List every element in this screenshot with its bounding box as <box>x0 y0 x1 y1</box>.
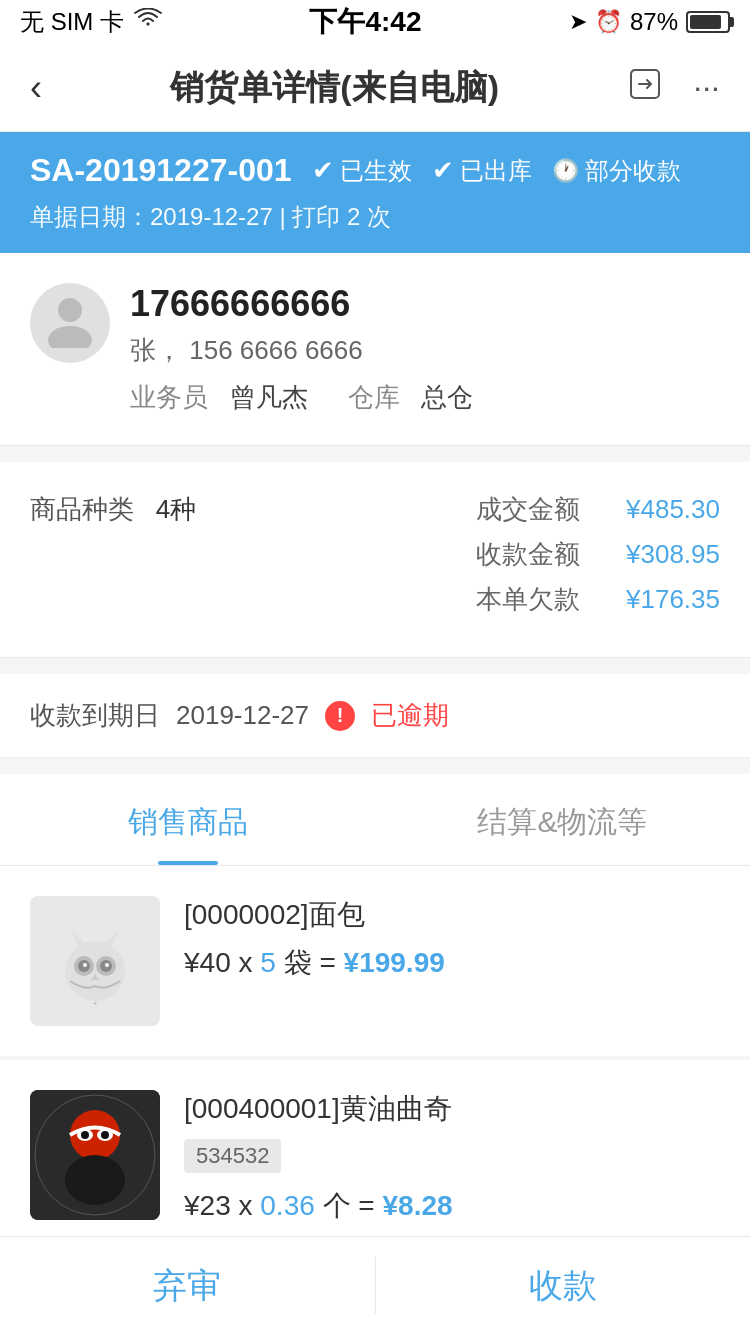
tab-settlement[interactable]: 结算&物流等 <box>375 774 750 865</box>
confirm-button[interactable]: 收款 <box>376 1237 751 1334</box>
svg-point-2 <box>48 326 92 348</box>
tabs-section: 销售商品 结算&物流等 <box>0 774 750 866</box>
due-date-label: 收款到期日 <box>30 698 160 733</box>
status-badge-effective: ✔ 已生效 <box>312 155 412 187</box>
debt-row: 本单欠款 ¥176.35 <box>476 582 720 617</box>
alarm-icon: ⏰ <box>595 9 622 35</box>
cancel-button[interactable]: 弃审 <box>0 1237 375 1334</box>
product-thumb-1: + <box>30 896 160 1026</box>
transaction-value: ¥485.30 <box>600 494 720 525</box>
product-qty-2: 0.36 <box>260 1190 315 1221</box>
product-thumb-2 <box>30 1090 160 1220</box>
customer-info: 17666666666 张， 156 6666 6666 业务员 曾凡杰 仓库 … <box>130 283 720 415</box>
svg-point-16 <box>65 1155 125 1205</box>
check-icon-2: ✔ <box>432 155 454 186</box>
check-icon-1: ✔ <box>312 155 334 186</box>
battery-icon <box>686 11 730 33</box>
bottom-bar: 弃审 收款 <box>0 1236 750 1334</box>
product-qty-1: 5 <box>260 947 276 978</box>
product-info-1: [0000002]面包 ¥40 x 5 袋 = ¥199.99 <box>184 896 720 982</box>
svg-point-9 <box>105 963 109 967</box>
svg-point-20 <box>101 1131 109 1139</box>
category-info: 商品种类 4种 <box>30 492 196 527</box>
summary-section: 商品种类 4种 成交金额 ¥485.30 收款金额 ¥308.95 本单欠款 ¥… <box>0 462 750 657</box>
wifi-icon <box>134 8 162 36</box>
product-item-1: + [0000002]面包 ¥40 x 5 袋 = ¥199.99 <box>0 866 750 1056</box>
order-header: SA-20191227-001 ✔ 已生效 ✔ 已出库 🕐 部分收款 单据日期：… <box>0 132 750 253</box>
page-title: 销货单详情(来自电脑) <box>170 65 499 111</box>
warehouse-value: 总仓 <box>421 382 473 412</box>
customer-avatar <box>30 283 110 363</box>
svg-point-8 <box>83 963 87 967</box>
product-total-2: ¥8.28 <box>382 1190 452 1221</box>
status-badge-partial: 🕐 部分收款 <box>552 155 681 187</box>
receipt-row: 收款金额 ¥308.95 <box>476 537 720 572</box>
debt-label: 本单欠款 <box>476 582 580 617</box>
salesperson-label: 业务员 <box>130 382 208 412</box>
customer-name-phone: 张， 156 6666 6666 <box>130 333 720 368</box>
overdue-icon: ! <box>325 701 355 731</box>
carrier-label: 无 SIM 卡 <box>20 6 124 38</box>
status-left: 无 SIM 卡 <box>20 6 162 38</box>
product-price-1: ¥40 x 5 袋 = ¥199.99 <box>184 944 720 982</box>
category-count: 4种 <box>156 494 196 524</box>
amount-info: 成交金额 ¥485.30 收款金额 ¥308.95 本单欠款 ¥176.35 <box>476 492 720 627</box>
svg-text:+: + <box>93 999 98 1006</box>
product-sku-2: 534532 <box>184 1139 281 1173</box>
order-id: SA-20191227-001 <box>30 152 292 189</box>
warehouse-label: 仓库 <box>348 382 400 412</box>
tab-sales-products[interactable]: 销售商品 <box>0 774 375 865</box>
product-name-2: [000400001]黄油曲奇 <box>184 1090 720 1128</box>
divider-2 <box>0 657 750 658</box>
divider-1 <box>0 445 750 446</box>
time-display: 下午4:42 <box>309 3 421 41</box>
due-date-section: 收款到期日 2019-12-27 ! 已逾期 <box>0 674 750 758</box>
nav-right-actions: ··· <box>627 66 720 110</box>
clock-icon: 🕐 <box>552 158 579 184</box>
product-price-2: ¥23 x 0.36 个 = ¥8.28 <box>184 1187 720 1225</box>
share-button[interactable] <box>627 66 663 110</box>
nav-bar: ‹ 销货单详情(来自电脑) ··· <box>0 44 750 132</box>
back-button[interactable]: ‹ <box>30 67 42 109</box>
customer-section: 17666666666 张， 156 6666 6666 业务员 曾凡杰 仓库 … <box>0 253 750 445</box>
avatar-icon <box>40 288 100 358</box>
svg-marker-12 <box>104 931 118 946</box>
svg-marker-11 <box>72 931 86 946</box>
product-total-1: ¥199.99 <box>344 947 445 978</box>
battery-percent: 87% <box>630 8 678 36</box>
customer-meta: 业务员 曾凡杰 仓库 总仓 <box>130 380 720 415</box>
due-date-value: 2019-12-27 <box>176 700 309 731</box>
product-info-2: [000400001]黄油曲奇 534532 ¥23 x 0.36 个 = ¥8… <box>184 1090 720 1225</box>
salesperson-value: 曾凡杰 <box>230 382 308 412</box>
customer-id: 17666666666 <box>130 283 720 325</box>
status-bar: 无 SIM 卡 下午4:42 ➤ ⏰ 87% <box>0 0 750 44</box>
category-label: 商品种类 <box>30 494 134 524</box>
svg-point-19 <box>81 1131 89 1139</box>
status-badge-shipped: ✔ 已出库 <box>432 155 532 187</box>
receipt-value: ¥308.95 <box>600 539 720 570</box>
svg-point-3 <box>65 941 125 1001</box>
product-list: + [0000002]面包 ¥40 x 5 袋 = ¥199.99 <box>0 866 750 1255</box>
order-date: 单据日期：2019-12-27 | 打印 2 次 <box>30 201 720 233</box>
product-item-2: [000400001]黄油曲奇 534532 ¥23 x 0.36 个 = ¥8… <box>0 1060 750 1255</box>
debt-value: ¥176.35 <box>600 584 720 615</box>
svg-point-1 <box>58 298 82 322</box>
transaction-label: 成交金额 <box>476 492 580 527</box>
status-right: ➤ ⏰ 87% <box>569 8 730 36</box>
overdue-text: 已逾期 <box>371 698 449 733</box>
location-icon: ➤ <box>569 9 587 35</box>
product-name-1: [0000002]面包 <box>184 896 720 934</box>
transaction-row: 成交金额 ¥485.30 <box>476 492 720 527</box>
more-button[interactable]: ··· <box>693 69 720 106</box>
receipt-label: 收款金额 <box>476 537 580 572</box>
